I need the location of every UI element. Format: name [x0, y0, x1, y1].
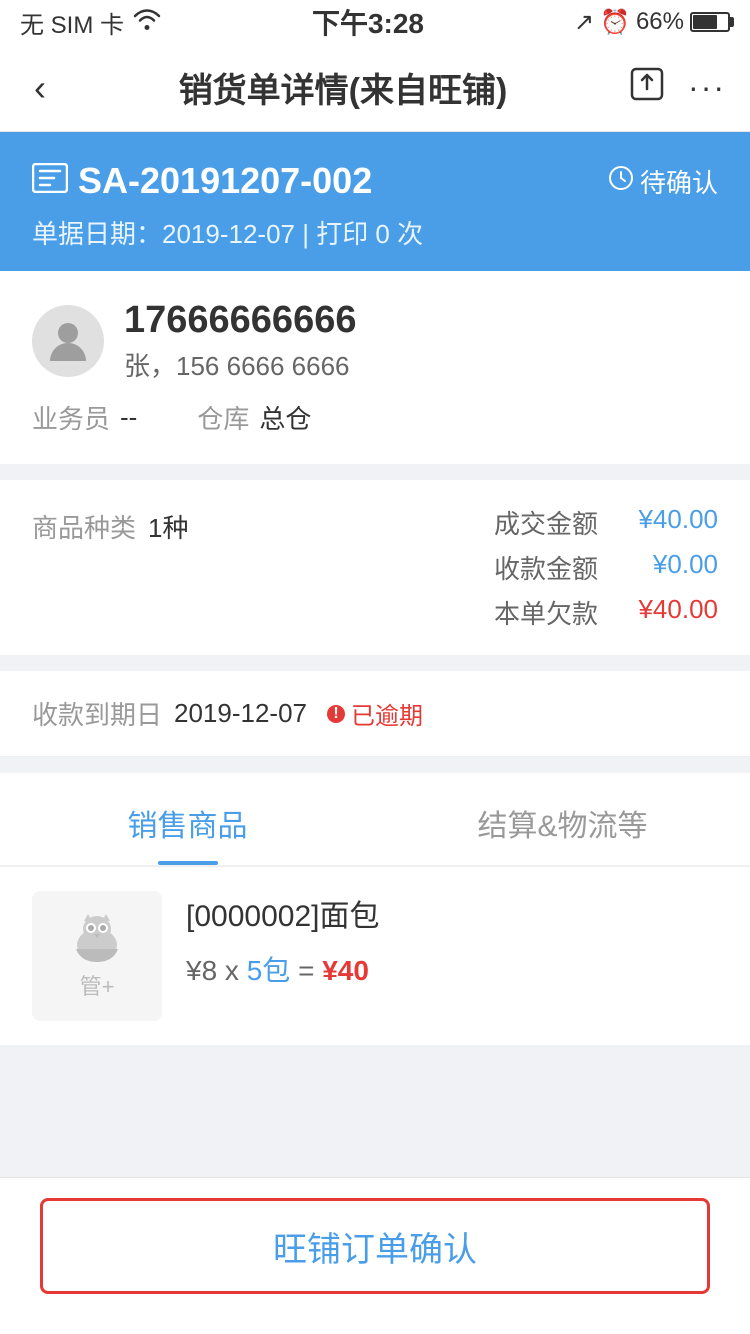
wifi-icon [132, 8, 162, 37]
order-id: SA-20191207-002 [32, 160, 372, 202]
confirm-button[interactable]: 旺铺订单确认 [40, 1198, 710, 1294]
status-bar-time: 下午3:28 [312, 2, 424, 42]
qty-text: 5包 [247, 955, 291, 986]
product-section: 管+ [0000002]面包 ¥8 x 5包 = ¥40 [0, 867, 750, 1045]
summary-section: 商品种类 1种 成交金额 ¥40.00 收款金额 ¥0.00 本单欠款 ¥40.… [0, 480, 750, 655]
price-text: ¥8 x [186, 955, 239, 986]
overdue-text: 已逾期 [351, 696, 423, 731]
nav-actions: ··· [630, 67, 726, 108]
warehouse-info: 仓库 总仓 [197, 399, 311, 436]
clock-icon [608, 165, 634, 198]
due-date-section: 收款到期日 2019-12-07 ! 已逾期 [0, 671, 750, 757]
due-label: 收款到期日 [32, 695, 162, 732]
carrier-text: 无 SIM 卡 [20, 5, 124, 40]
due-date-value: 2019-12-07 [174, 698, 307, 729]
overdue-badge: ! 已逾期 [327, 696, 423, 731]
owed-amount-row: 本单欠款 ¥40.00 [478, 594, 718, 631]
order-header: SA-20191207-002 待确认 单据日期：2019-12-07 | 打印… [0, 132, 750, 271]
amounts-info: 成交金额 ¥40.00 收款金额 ¥0.00 本单欠款 ¥40.00 [478, 504, 718, 631]
order-date: 单据日期：2019-12-07 | 打印 0 次 [32, 214, 718, 251]
tab-settlement[interactable]: 结算&物流等 [375, 773, 750, 865]
order-status: 待确认 [608, 163, 718, 200]
customer-name: 张，156 6666 6666 [124, 346, 356, 383]
nav-bar: ‹ 销货单详情(来自旺铺) ··· [0, 44, 750, 132]
tab-products[interactable]: 销售商品 [0, 773, 375, 865]
total-price: ¥40 [322, 955, 369, 986]
status-bar-left: 无 SIM 卡 [20, 5, 162, 40]
avatar [32, 305, 104, 377]
battery-icon [690, 12, 730, 32]
order-icon [32, 160, 68, 202]
page-title: 销货单详情(来自旺铺) [179, 63, 508, 112]
salesperson-info: 业务员 -- [32, 399, 137, 436]
share-icon[interactable] [630, 67, 664, 108]
overdue-icon: ! [327, 705, 345, 723]
category-info: 商品种类 1种 [32, 504, 188, 545]
product-name: [0000002]面包 [186, 891, 718, 935]
battery-percent: 66% [636, 8, 684, 36]
alarm-icon: ⏰ [600, 8, 630, 37]
customer-phone: 17666666666 [124, 299, 356, 342]
brand-plus: 管+ [80, 969, 115, 1001]
more-button[interactable]: ··· [688, 69, 726, 106]
status-bar: 无 SIM 卡 下午3:28 ↗ ⏰ 66% [0, 0, 750, 44]
back-button[interactable]: ‹ [24, 57, 56, 119]
location-icon: ↗ [574, 8, 594, 37]
separator: = [298, 955, 322, 986]
bottom-bar: 旺铺订单确认 [0, 1177, 750, 1334]
received-amount-row: 收款金额 ¥0.00 [478, 549, 718, 586]
tabs-container: 销售商品 结算&物流等 [0, 773, 750, 867]
product-thumbnail: 管+ [32, 891, 162, 1021]
customer-section: 17666666666 张，156 6666 6666 业务员 -- 仓库 总仓 [0, 271, 750, 464]
product-price: ¥8 x 5包 = ¥40 [186, 949, 718, 989]
status-bar-right: ↗ ⏰ 66% [574, 8, 730, 37]
deal-amount-row: 成交金额 ¥40.00 [478, 504, 718, 541]
product-info: [0000002]面包 ¥8 x 5包 = ¥40 [186, 891, 718, 989]
